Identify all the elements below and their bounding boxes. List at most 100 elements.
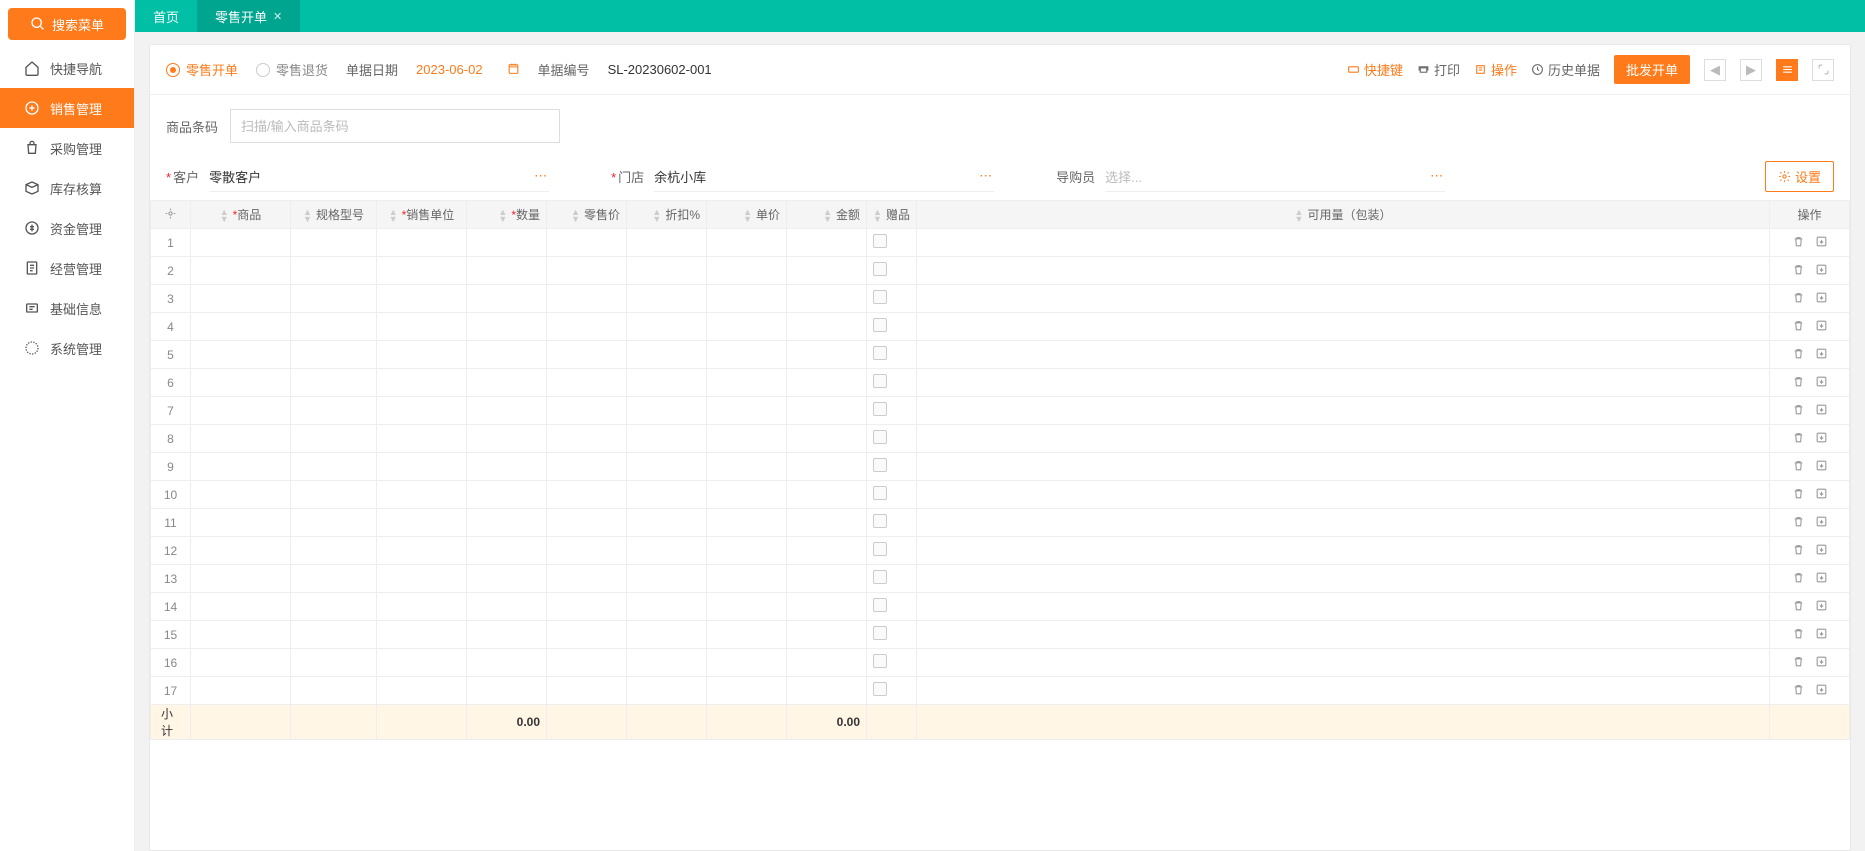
cell-unit[interactable] [377,509,467,537]
cell-gift[interactable] [867,397,917,425]
cell-qty[interactable] [467,649,547,677]
col-avail[interactable]: ▲▼可用量（包装） [917,201,1770,229]
cell-amount[interactable] [787,397,867,425]
nav-funds[interactable]: 资金管理 [0,208,134,248]
cell-spec[interactable] [291,537,377,565]
checkbox-icon[interactable] [873,654,887,668]
cell-uprice[interactable] [707,537,787,565]
cell-discount[interactable] [627,537,707,565]
nav-quick[interactable]: 快捷导航 [0,48,134,88]
cell-unit[interactable] [377,677,467,705]
cell-unit[interactable] [377,229,467,257]
next-doc-button[interactable]: ▶ [1740,59,1762,81]
cell-gift[interactable] [867,369,917,397]
table-row[interactable]: 16 [151,649,1850,677]
cell-qty[interactable] [467,481,547,509]
cell-amount[interactable] [787,257,867,285]
bulk-order-button[interactable]: 批发开单 [1614,55,1690,84]
add-row-icon[interactable] [1815,403,1828,419]
cell-product[interactable] [191,425,291,453]
cell-avail[interactable] [917,369,1770,397]
cell-gift[interactable] [867,481,917,509]
checkbox-icon[interactable] [873,374,887,388]
delete-icon[interactable] [1792,627,1805,643]
checkbox-icon[interactable] [873,402,887,416]
add-row-icon[interactable] [1815,487,1828,503]
cell-amount[interactable] [787,621,867,649]
search-menu-button[interactable]: 搜索菜单 [8,8,126,40]
add-row-icon[interactable] [1815,235,1828,251]
checkbox-icon[interactable] [873,626,887,640]
add-row-icon[interactable] [1815,655,1828,671]
cell-avail[interactable] [917,341,1770,369]
cell-uprice[interactable] [707,593,787,621]
cell-avail[interactable] [917,677,1770,705]
add-row-icon[interactable] [1815,459,1828,475]
cell-uprice[interactable] [707,649,787,677]
cell-qty[interactable] [467,229,547,257]
cell-spec[interactable] [291,313,377,341]
cell-discount[interactable] [627,341,707,369]
expand-button[interactable] [1812,59,1834,81]
print-link[interactable]: 打印 [1417,60,1460,79]
table-row[interactable]: 13 [151,565,1850,593]
cell-qty[interactable] [467,677,547,705]
cell-discount[interactable] [627,565,707,593]
checkbox-icon[interactable] [873,514,887,528]
cell-avail[interactable] [917,257,1770,285]
cell-spec[interactable] [291,369,377,397]
delete-icon[interactable] [1792,543,1805,559]
checkbox-icon[interactable] [873,682,887,696]
cell-unit[interactable] [377,341,467,369]
cell-uprice[interactable] [707,229,787,257]
checkbox-icon[interactable] [873,430,887,444]
delete-icon[interactable] [1792,263,1805,279]
cell-uprice[interactable] [707,313,787,341]
shortcut-link[interactable]: 快捷键 [1347,60,1403,79]
checkbox-icon[interactable] [873,234,887,248]
cell-avail[interactable] [917,453,1770,481]
cell-discount[interactable] [627,509,707,537]
cell-spec[interactable] [291,481,377,509]
cell-amount[interactable] [787,677,867,705]
radio-retail-order[interactable]: 零售开单 [166,60,238,79]
cell-product[interactable] [191,537,291,565]
cell-product[interactable] [191,341,291,369]
table-row[interactable]: 2 [151,257,1850,285]
add-row-icon[interactable] [1815,683,1828,699]
cell-avail[interactable] [917,565,1770,593]
cell-gift[interactable] [867,285,917,313]
cell-gift[interactable] [867,425,917,453]
prev-doc-button[interactable]: ◀ [1704,59,1726,81]
cell-retail[interactable] [547,257,627,285]
delete-icon[interactable] [1792,599,1805,615]
cell-spec[interactable] [291,621,377,649]
cell-spec[interactable] [291,565,377,593]
cell-amount[interactable] [787,649,867,677]
cell-product[interactable] [191,677,291,705]
cell-unit[interactable] [377,481,467,509]
cell-unit[interactable] [377,313,467,341]
barcode-input[interactable] [230,109,560,143]
delete-icon[interactable] [1792,487,1805,503]
delete-icon[interactable] [1792,655,1805,671]
add-row-icon[interactable] [1815,375,1828,391]
cell-discount[interactable] [627,397,707,425]
cell-amount[interactable] [787,509,867,537]
store-picker[interactable]: 余杭小库 ⋯ [654,162,994,192]
cell-retail[interactable] [547,481,627,509]
cell-gift[interactable] [867,257,917,285]
cell-uprice[interactable] [707,257,787,285]
table-row[interactable]: 7 [151,397,1850,425]
table-row[interactable]: 6 [151,369,1850,397]
cell-product[interactable] [191,369,291,397]
cell-retail[interactable] [547,425,627,453]
cell-qty[interactable] [467,621,547,649]
cell-avail[interactable] [917,229,1770,257]
cell-amount[interactable] [787,425,867,453]
cell-retail[interactable] [547,285,627,313]
cell-discount[interactable] [627,285,707,313]
nav-inventory[interactable]: 库存核算 [0,168,134,208]
cell-amount[interactable] [787,481,867,509]
cell-amount[interactable] [787,229,867,257]
